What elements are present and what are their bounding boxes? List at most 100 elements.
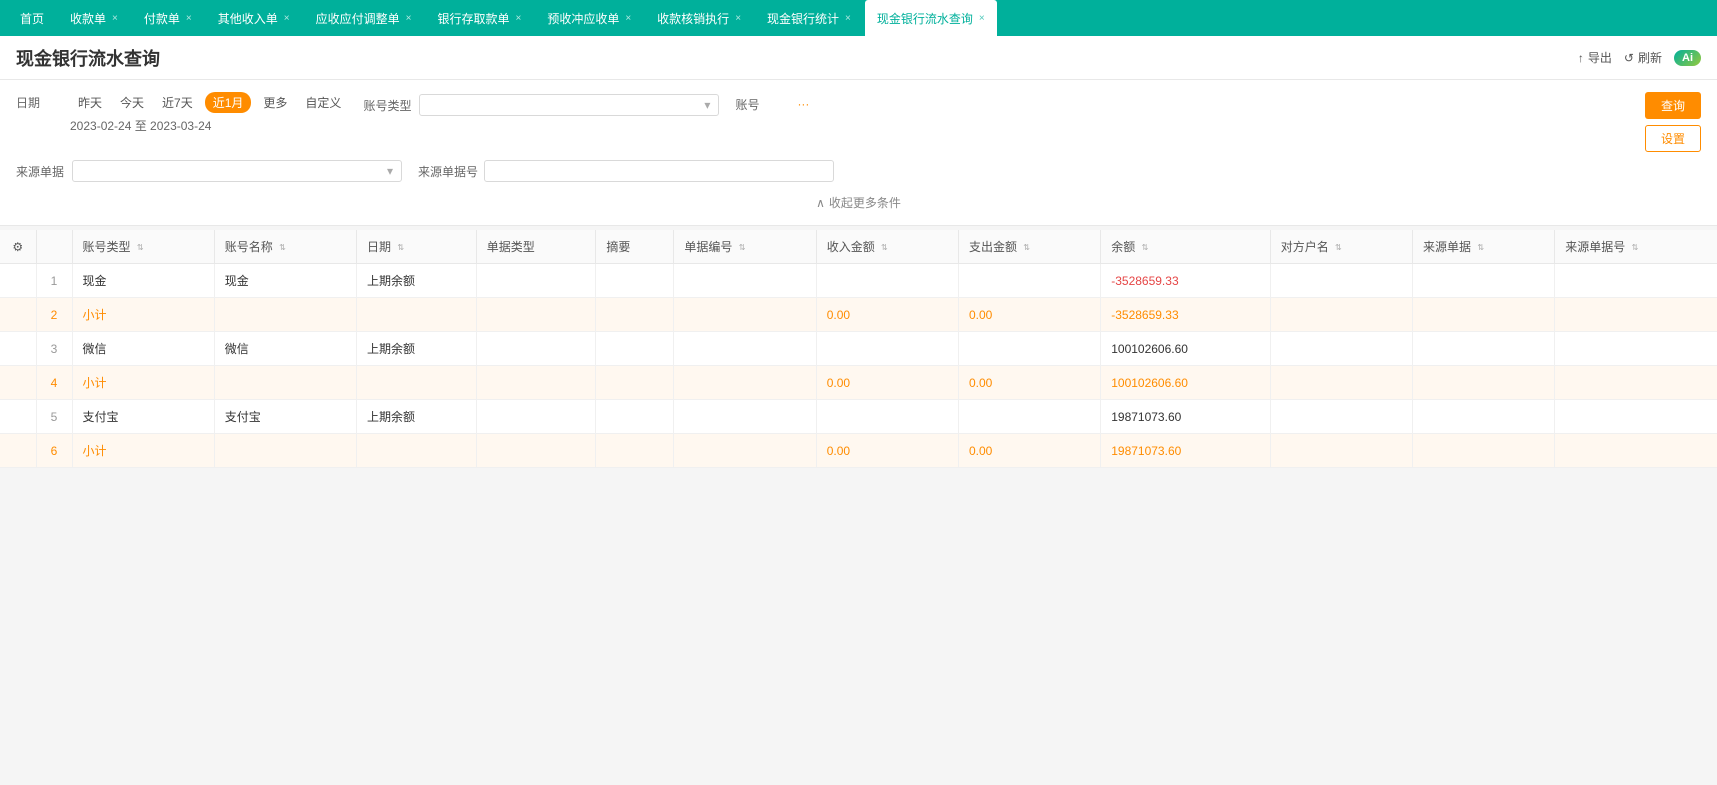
date-cell: [357, 366, 477, 400]
page-header: 现金银行流水查询 ↑ 导出 ↺ 刷新 Ai: [0, 36, 1717, 80]
nav-tab-ar-adjust[interactable]: 应收应付调整单 ×: [304, 0, 424, 36]
export-label: 导出: [1588, 49, 1612, 66]
nav-tab-label: 应收应付调整单: [316, 10, 400, 27]
nav-tab-close-pay[interactable]: ×: [186, 13, 192, 24]
collapse-filter-button[interactable]: ∧ 收起更多条件: [16, 190, 1701, 213]
source-doc-num-cell: [1555, 332, 1717, 366]
gear-cell: [0, 264, 36, 298]
income-sort-icon: ⇅: [881, 244, 888, 252]
date-shortcut-today[interactable]: 今天: [114, 92, 150, 113]
gear-icon[interactable]: ⚙: [12, 240, 23, 254]
nav-tab-label: 其他收入单: [218, 10, 278, 27]
nav-home[interactable]: 首页: [8, 10, 56, 27]
settings-button[interactable]: 设置: [1645, 125, 1701, 152]
refresh-button[interactable]: ↺ 刷新: [1624, 49, 1662, 66]
date-shortcuts: 昨天今天近7天近1月更多自定义: [72, 92, 347, 113]
nav-tab-close-prepay-offset[interactable]: ×: [625, 13, 631, 24]
export-button[interactable]: ↑ 导出: [1578, 49, 1612, 66]
date-cell: 上期余额: [357, 332, 477, 366]
expense-sort-icon: ⇅: [1023, 244, 1030, 252]
doc-type-column-header: 单据类型: [476, 230, 596, 264]
account-type-cell: 支付宝: [72, 400, 214, 434]
refresh-label: 刷新: [1638, 49, 1662, 66]
account-type-cell: 小计: [72, 434, 214, 468]
nav-tab-pay[interactable]: 付款单 ×: [132, 0, 204, 36]
nav-tab-close-ar-adjust[interactable]: ×: [406, 13, 412, 24]
nav-tab-bank-deposit[interactable]: 银行存取款单×: [425, 0, 533, 36]
date-shortcut-more[interactable]: 更多: [257, 92, 293, 113]
income-amount-cell: [816, 400, 958, 434]
doc-num-sort-icon: ⇅: [739, 244, 746, 252]
nav-tab-cash-bank-flow[interactable]: 现金银行流水查询×: [865, 0, 997, 36]
nav-tab-close-bank-deposit[interactable]: ×: [515, 13, 521, 24]
source-doc-sort-icon: ⇅: [1477, 244, 1484, 252]
income-amount-column-header[interactable]: 收入金额 ⇅: [816, 230, 958, 264]
source-doc-cell: [1412, 366, 1554, 400]
query-button[interactable]: 查询: [1645, 92, 1701, 119]
account-name-cell: [214, 434, 356, 468]
nav-tab-receive[interactable]: 收款单 ×: [58, 0, 130, 36]
account-type-label: 账号类型: [363, 97, 413, 114]
date-cell: [357, 298, 477, 332]
nav-tab-close-verify-exec[interactable]: ×: [735, 13, 741, 24]
nav-tab-label: 收款单: [70, 10, 106, 27]
doc-num-column-header[interactable]: 单据编号 ⇅: [674, 230, 816, 264]
row-num-cell: 4: [36, 366, 72, 400]
page-title: 现金银行流水查询: [16, 45, 160, 71]
doc-num-cell: [674, 400, 816, 434]
summary-cell: [596, 400, 674, 434]
date-cell: 上期余额: [357, 264, 477, 298]
nav-tab-close-receive[interactable]: ×: [112, 13, 118, 24]
source-doc-cell: [1412, 332, 1554, 366]
nav-tab-cash-bank-stat[interactable]: 现金银行统计×: [755, 0, 863, 36]
nav-tab-close-cash-bank-flow[interactable]: ×: [979, 13, 985, 24]
source-doc-num-column-header[interactable]: 来源单据号 ⇅: [1555, 230, 1717, 264]
source-doc-column-header[interactable]: 来源单据 ⇅: [1412, 230, 1554, 264]
account-name-column-header[interactable]: 账号名称 ⇅: [214, 230, 356, 264]
source-doc-num-input[interactable]: [484, 160, 834, 182]
nav-tab-close-other-income[interactable]: ×: [284, 13, 290, 24]
nav-tab-prepay-offset[interactable]: 预收冲应收单×: [535, 0, 643, 36]
refresh-icon: ↺: [1624, 51, 1634, 65]
nav-tab-verify-exec[interactable]: 收款核销执行×: [645, 0, 753, 36]
balance-cell: -3528659.33: [1101, 264, 1270, 298]
balance-cell: 19871073.60: [1101, 400, 1270, 434]
account-name-cell: 现金: [214, 264, 356, 298]
collapse-icon: ∧: [816, 196, 825, 210]
row-num-cell: 6: [36, 434, 72, 468]
doc-type-cell: [476, 434, 596, 468]
gear-column-header[interactable]: ⚙: [0, 230, 36, 264]
account-type-column-header[interactable]: 账号类型 ⇅: [72, 230, 214, 264]
expense-amount-column-header[interactable]: 支出金额 ⇅: [958, 230, 1100, 264]
account-type-select[interactable]: ▾: [419, 94, 719, 116]
nav-tab-other-income[interactable]: 其他收入单 ×: [206, 0, 302, 36]
row-num-cell: 3: [36, 332, 72, 366]
balance-cell: 19871073.60: [1101, 434, 1270, 468]
source-doc-label: 来源单据: [16, 163, 66, 180]
date-column-header[interactable]: 日期 ⇅: [357, 230, 477, 264]
summary-cell: [596, 366, 674, 400]
ai-badge[interactable]: Ai: [1674, 50, 1701, 66]
account-type-cell: 现金: [72, 264, 214, 298]
income-amount-cell: 0.00: [816, 366, 958, 400]
counterparty-cell: [1270, 332, 1412, 366]
counterparty-column-header[interactable]: 对方户名 ⇅: [1270, 230, 1412, 264]
date-shortcut-1month[interactable]: 近1月: [205, 92, 252, 113]
doc-num-cell: [674, 298, 816, 332]
balance-column-header[interactable]: 余额 ⇅: [1101, 230, 1270, 264]
gear-cell: [0, 332, 36, 366]
source-doc-select[interactable]: ▾: [72, 160, 402, 182]
account-type-cell: 微信: [72, 332, 214, 366]
counterparty-cell: [1270, 366, 1412, 400]
nav-tab-label: 付款单: [144, 10, 180, 27]
date-shortcut-yesterday[interactable]: 昨天: [72, 92, 108, 113]
table-row: 4 小计 0.00 0.00 100102606.60: [0, 366, 1717, 400]
date-shortcut-7days[interactable]: 近7天: [156, 92, 199, 113]
row-num-column-header: [36, 230, 72, 264]
account-more-button[interactable]: ···: [791, 94, 815, 114]
date-cell: [357, 434, 477, 468]
account-name-sort-icon: ⇅: [279, 244, 286, 252]
doc-type-cell: [476, 400, 596, 434]
nav-tab-close-cash-bank-stat[interactable]: ×: [845, 13, 851, 24]
date-shortcut-custom[interactable]: 自定义: [299, 92, 347, 113]
